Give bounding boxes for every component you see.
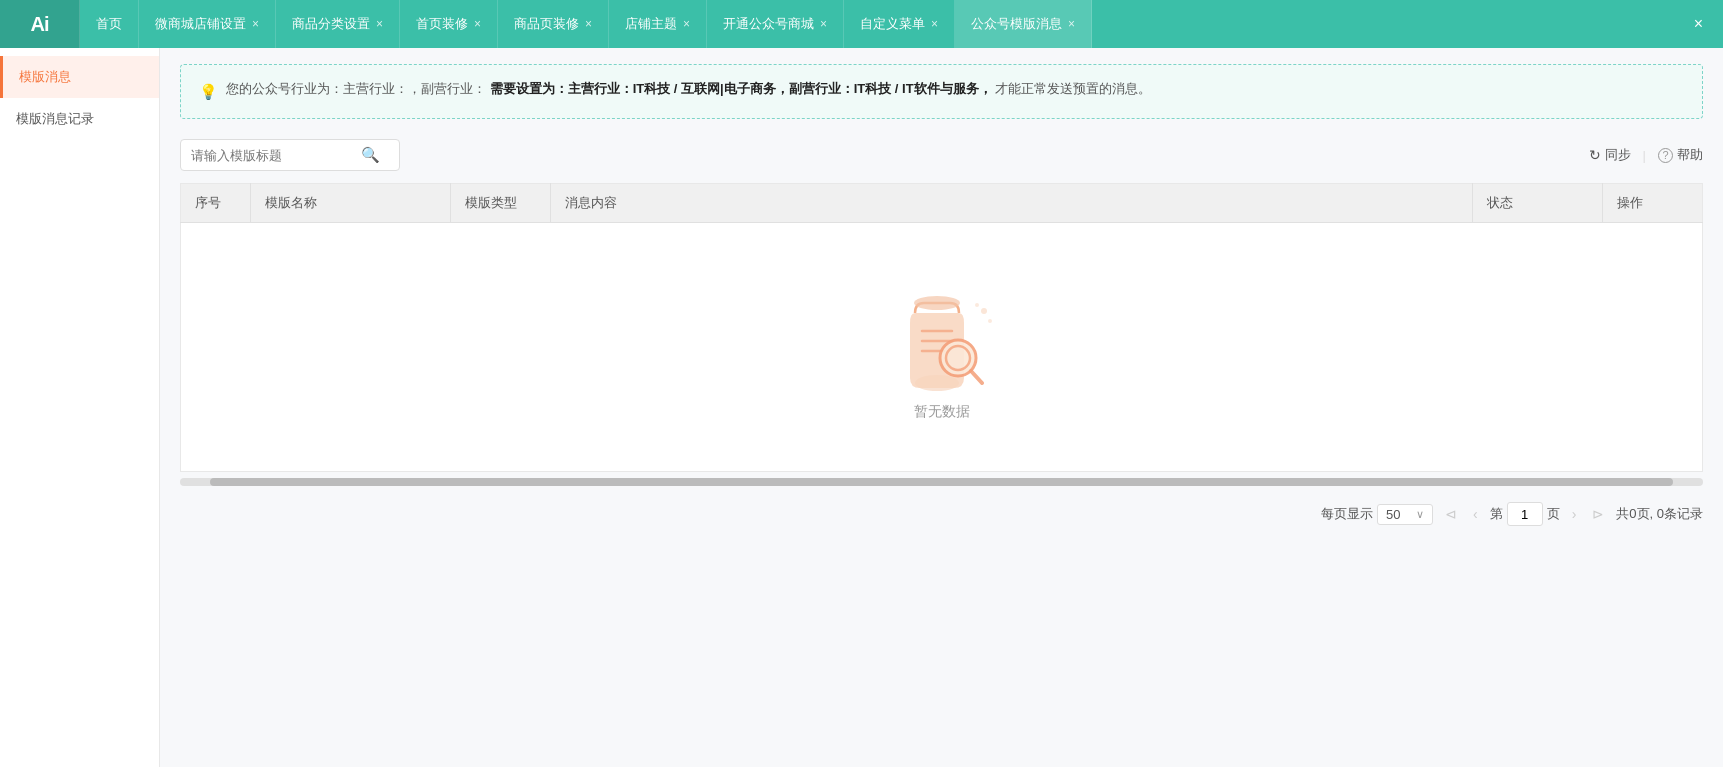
- top-nav: Ai 首页 微商城店铺设置 × 商品分类设置 × 首页装修 × 商品页装修 × …: [0, 0, 1723, 48]
- nav-tab-home-decor-label: 首页装修: [416, 15, 468, 33]
- nav-tab-product-page[interactable]: 商品页装修 ×: [498, 0, 609, 48]
- last-page-button[interactable]: ⊳: [1588, 504, 1608, 524]
- help-button[interactable]: ? 帮助: [1658, 146, 1703, 164]
- nav-tab-template-msg-close[interactable]: ×: [1068, 17, 1075, 31]
- notice-text-suffix: 才能正常发送预置的消息。: [995, 81, 1151, 96]
- col-actions: 操作: [1603, 184, 1703, 223]
- search-box: 🔍: [180, 139, 400, 171]
- nav-tab-home-decor[interactable]: 首页装修 ×: [400, 0, 498, 48]
- nav-tab-wechat-shop-close[interactable]: ×: [252, 17, 259, 31]
- empty-text: 暂无数据: [914, 403, 970, 421]
- help-icon: ?: [1658, 148, 1673, 163]
- sync-label: 同步: [1605, 146, 1631, 164]
- nav-tab-open-mall-label: 开通公众号商城: [723, 15, 814, 33]
- main-layout: 模版消息 模版消息记录 💡 您的公众号行业为：主营行业：，副营行业： 需要设置为…: [0, 48, 1723, 767]
- search-button[interactable]: 🔍: [361, 146, 380, 164]
- nav-tab-shop-theme-close[interactable]: ×: [683, 17, 690, 31]
- sidebar-item-template-msg-records-label: 模版消息记录: [16, 111, 94, 126]
- col-content: 消息内容: [551, 184, 1473, 223]
- nav-tab-shop-theme-label: 店铺主题: [625, 15, 677, 33]
- page-number-input[interactable]: [1507, 502, 1543, 526]
- page-size-label: 每页显示: [1321, 505, 1373, 523]
- next-page-button[interactable]: ›: [1568, 504, 1581, 524]
- page-input-box: 第 页: [1490, 502, 1560, 526]
- prev-page-button[interactable]: ‹: [1469, 504, 1482, 524]
- nav-tab-product-category-label: 商品分类设置: [292, 15, 370, 33]
- nav-close-all-button[interactable]: ×: [1674, 15, 1723, 33]
- toolbar-right: ↻ 同步 | ? 帮助: [1589, 146, 1703, 164]
- sidebar: 模版消息 模版消息记录: [0, 48, 160, 767]
- nav-tab-custom-menu-label: 自定义菜单: [860, 15, 925, 33]
- nav-tab-home-decor-close[interactable]: ×: [474, 17, 481, 31]
- page-size-select: 每页显示 50 ∨: [1321, 504, 1433, 525]
- pagination-row: 每页显示 50 ∨ ⊲ ‹ 第 页 › ⊳ 共0页, 0条记录: [180, 498, 1703, 530]
- nav-tab-shop-theme[interactable]: 店铺主题 ×: [609, 0, 707, 48]
- col-index: 序号: [181, 184, 251, 223]
- nav-tab-home-label: 首页: [96, 15, 122, 33]
- nav-tab-product-category[interactable]: 商品分类设置 ×: [276, 0, 400, 48]
- nav-tab-product-page-close[interactable]: ×: [585, 17, 592, 31]
- col-type: 模版类型: [451, 184, 551, 223]
- content-area: 💡 您的公众号行业为：主营行业：，副营行业： 需要设置为：主营行业：IT科技 /…: [160, 48, 1723, 767]
- nav-tab-template-msg[interactable]: 公众号模版消息 ×: [955, 0, 1092, 48]
- nav-logo: Ai: [0, 0, 80, 48]
- toolbar-divider: |: [1643, 148, 1646, 163]
- notice-text-prefix: 您的公众号行业为：主营行业：，副营行业：: [226, 81, 486, 96]
- notice-box: 💡 您的公众号行业为：主营行业：，副营行业： 需要设置为：主营行业：IT科技 /…: [180, 64, 1703, 119]
- svg-point-10: [975, 303, 979, 307]
- table-header-row: 序号 模版名称 模版类型 消息内容 状态 操作: [181, 184, 1703, 223]
- empty-row: 暂无数据: [181, 223, 1703, 472]
- sidebar-item-template-msg-label: 模版消息: [19, 69, 71, 84]
- search-input[interactable]: [191, 148, 361, 163]
- empty-state: 暂无数据: [181, 223, 1702, 471]
- page-size-dropdown[interactable]: 50 ∨: [1377, 504, 1433, 525]
- nav-tab-home[interactable]: 首页: [80, 0, 139, 48]
- svg-line-7: [971, 371, 982, 383]
- notice-text: 您的公众号行业为：主营行业：，副营行业： 需要设置为：主营行业：IT科技 / 互…: [226, 79, 1151, 100]
- nav-tab-product-page-label: 商品页装修: [514, 15, 579, 33]
- page-suffix-label: 页: [1547, 505, 1560, 523]
- search-row: 🔍 ↻ 同步 | ? 帮助: [180, 139, 1703, 171]
- nav-tab-custom-menu[interactable]: 自定义菜单 ×: [844, 0, 955, 48]
- nav-tab-template-msg-label: 公众号模版消息: [971, 15, 1062, 33]
- nav-tab-open-mall[interactable]: 开通公众号商城 ×: [707, 0, 844, 48]
- nav-tab-product-category-close[interactable]: ×: [376, 17, 383, 31]
- page-prefix-label: 第: [1490, 505, 1503, 523]
- data-table: 序号 模版名称 模版类型 消息内容 状态 操作: [180, 183, 1703, 472]
- nav-tab-wechat-shop-label: 微商城店铺设置: [155, 15, 246, 33]
- nav-tab-wechat-shop[interactable]: 微商城店铺设置 ×: [139, 0, 276, 48]
- col-name: 模版名称: [251, 184, 451, 223]
- sidebar-item-template-msg[interactable]: 模版消息: [0, 56, 159, 98]
- sync-icon: ↻: [1589, 147, 1601, 163]
- sidebar-item-template-msg-records[interactable]: 模版消息记录: [0, 98, 159, 140]
- app-logo: Ai: [31, 13, 49, 36]
- dropdown-icon: ∨: [1416, 508, 1424, 521]
- first-page-button[interactable]: ⊲: [1441, 504, 1461, 524]
- notice-text-highlight: 需要设置为：主营行业：IT科技 / 互联网|电子商务，副营行业：IT科技 / I…: [490, 81, 992, 96]
- notice-icon: 💡: [199, 80, 218, 104]
- svg-point-1: [914, 296, 960, 310]
- empty-illustration: [882, 283, 1002, 403]
- svg-point-8: [981, 308, 987, 314]
- scroll-track[interactable]: [180, 478, 1703, 486]
- scroll-thumb: [210, 478, 1672, 486]
- nav-tab-open-mall-close[interactable]: ×: [820, 17, 827, 31]
- nav-tab-custom-menu-close[interactable]: ×: [931, 17, 938, 31]
- col-status: 状态: [1473, 184, 1603, 223]
- page-size-value: 50: [1386, 507, 1400, 522]
- sync-button[interactable]: ↻ 同步: [1589, 146, 1631, 164]
- svg-point-9: [988, 319, 992, 323]
- help-label: 帮助: [1677, 146, 1703, 164]
- total-info: 共0页, 0条记录: [1616, 505, 1703, 523]
